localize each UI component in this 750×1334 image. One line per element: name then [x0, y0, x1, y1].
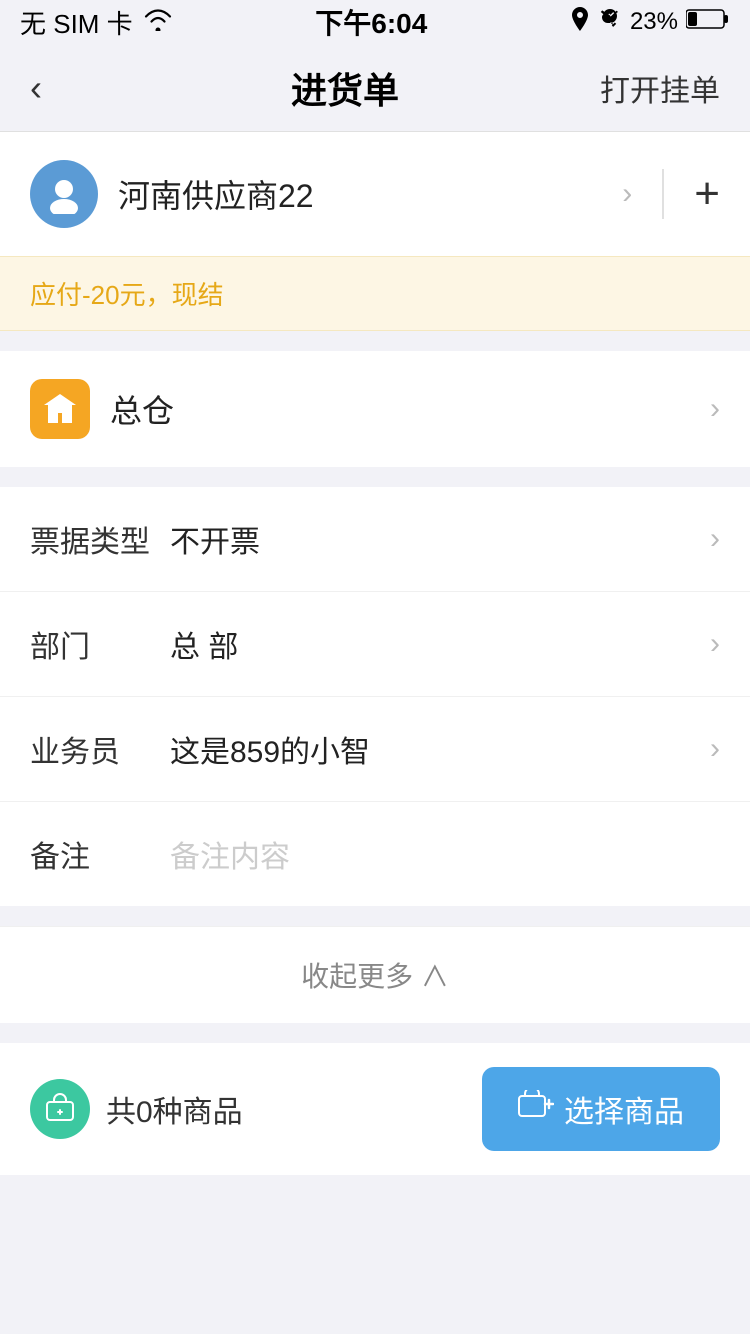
- supplier-name[interactable]: 河南供应商22: [118, 171, 622, 217]
- warehouse-section: 总仓 ›: [0, 351, 750, 467]
- salesperson-row[interactable]: 业务员 这是859的小智 ›: [0, 697, 750, 802]
- salesperson-label: 业务员: [30, 727, 170, 771]
- salesperson-value: 这是859的小智: [170, 727, 710, 771]
- bottom-bar: 共0种商品 选择商品: [0, 1043, 750, 1175]
- supplier-section: 河南供应商22 › + 应付-20元，现结: [0, 132, 750, 331]
- select-product-button[interactable]: 选择商品: [482, 1067, 720, 1151]
- invoice-type-value: 不开票: [170, 517, 710, 561]
- collapse-text: 收起更多 ∧: [301, 955, 449, 995]
- product-count-icon: [30, 1079, 90, 1139]
- battery-percent: 23%: [630, 8, 678, 36]
- alarm-icon: [598, 7, 622, 38]
- salesperson-chevron-icon: ›: [710, 732, 720, 766]
- department-row[interactable]: 部门 总 部 ›: [0, 592, 750, 697]
- notice-bar: 应付-20元，现结: [0, 256, 750, 331]
- warehouse-icon: [30, 379, 90, 439]
- department-chevron-icon: ›: [710, 627, 720, 661]
- divider: [662, 169, 664, 219]
- location-icon: [570, 7, 590, 38]
- form-section: 票据类型 不开票 › 部门 总 部 › 业务员 这是859的小智 › 备注 备注…: [0, 487, 750, 906]
- remark-input[interactable]: 备注内容: [170, 832, 720, 876]
- invoice-type-row[interactable]: 票据类型 不开票 ›: [0, 487, 750, 592]
- remark-row[interactable]: 备注 备注内容: [0, 802, 750, 906]
- select-product-icon: [518, 1090, 554, 1128]
- supplier-avatar: [30, 160, 98, 228]
- invoice-type-label: 票据类型: [30, 517, 170, 561]
- back-button[interactable]: ‹: [30, 67, 90, 109]
- warehouse-name: 总仓: [110, 386, 710, 432]
- department-label: 部门: [30, 622, 170, 666]
- warehouse-chevron-icon: ›: [710, 392, 720, 426]
- invoice-type-chevron-icon: ›: [710, 522, 720, 556]
- status-right: 23%: [570, 7, 730, 38]
- open-pending-button[interactable]: 打开挂单: [600, 66, 720, 110]
- product-count-text: 共0种商品: [106, 1087, 243, 1131]
- collapse-row[interactable]: 收起更多 ∧: [0, 926, 750, 1023]
- status-time: 下午6:04: [315, 2, 427, 42]
- status-left: 无 SIM 卡: [20, 4, 173, 41]
- main-content: 河南供应商22 › + 应付-20元，现结 总仓 › 票据类型 不开票 ›: [0, 132, 750, 1175]
- select-product-label: 选择商品: [564, 1087, 684, 1131]
- department-value: 总 部: [170, 622, 710, 666]
- supplier-row: 河南供应商22 › +: [0, 132, 750, 256]
- status-bar: 无 SIM 卡 下午6:04 23%: [0, 0, 750, 44]
- nav-bar: ‹ 进货单 打开挂单: [0, 44, 750, 132]
- supplier-chevron-icon: ›: [622, 177, 632, 211]
- wifi-icon: [143, 7, 173, 38]
- warehouse-row[interactable]: 总仓 ›: [0, 351, 750, 467]
- remark-label: 备注: [30, 832, 170, 876]
- page-title: 进货单: [291, 62, 399, 114]
- battery-icon: [686, 8, 730, 37]
- notice-text: 应付-20元，现结: [30, 280, 224, 310]
- product-count-area: 共0种商品: [30, 1079, 243, 1139]
- carrier-text: 无 SIM 卡: [20, 4, 133, 41]
- add-supplier-button[interactable]: +: [694, 169, 720, 219]
